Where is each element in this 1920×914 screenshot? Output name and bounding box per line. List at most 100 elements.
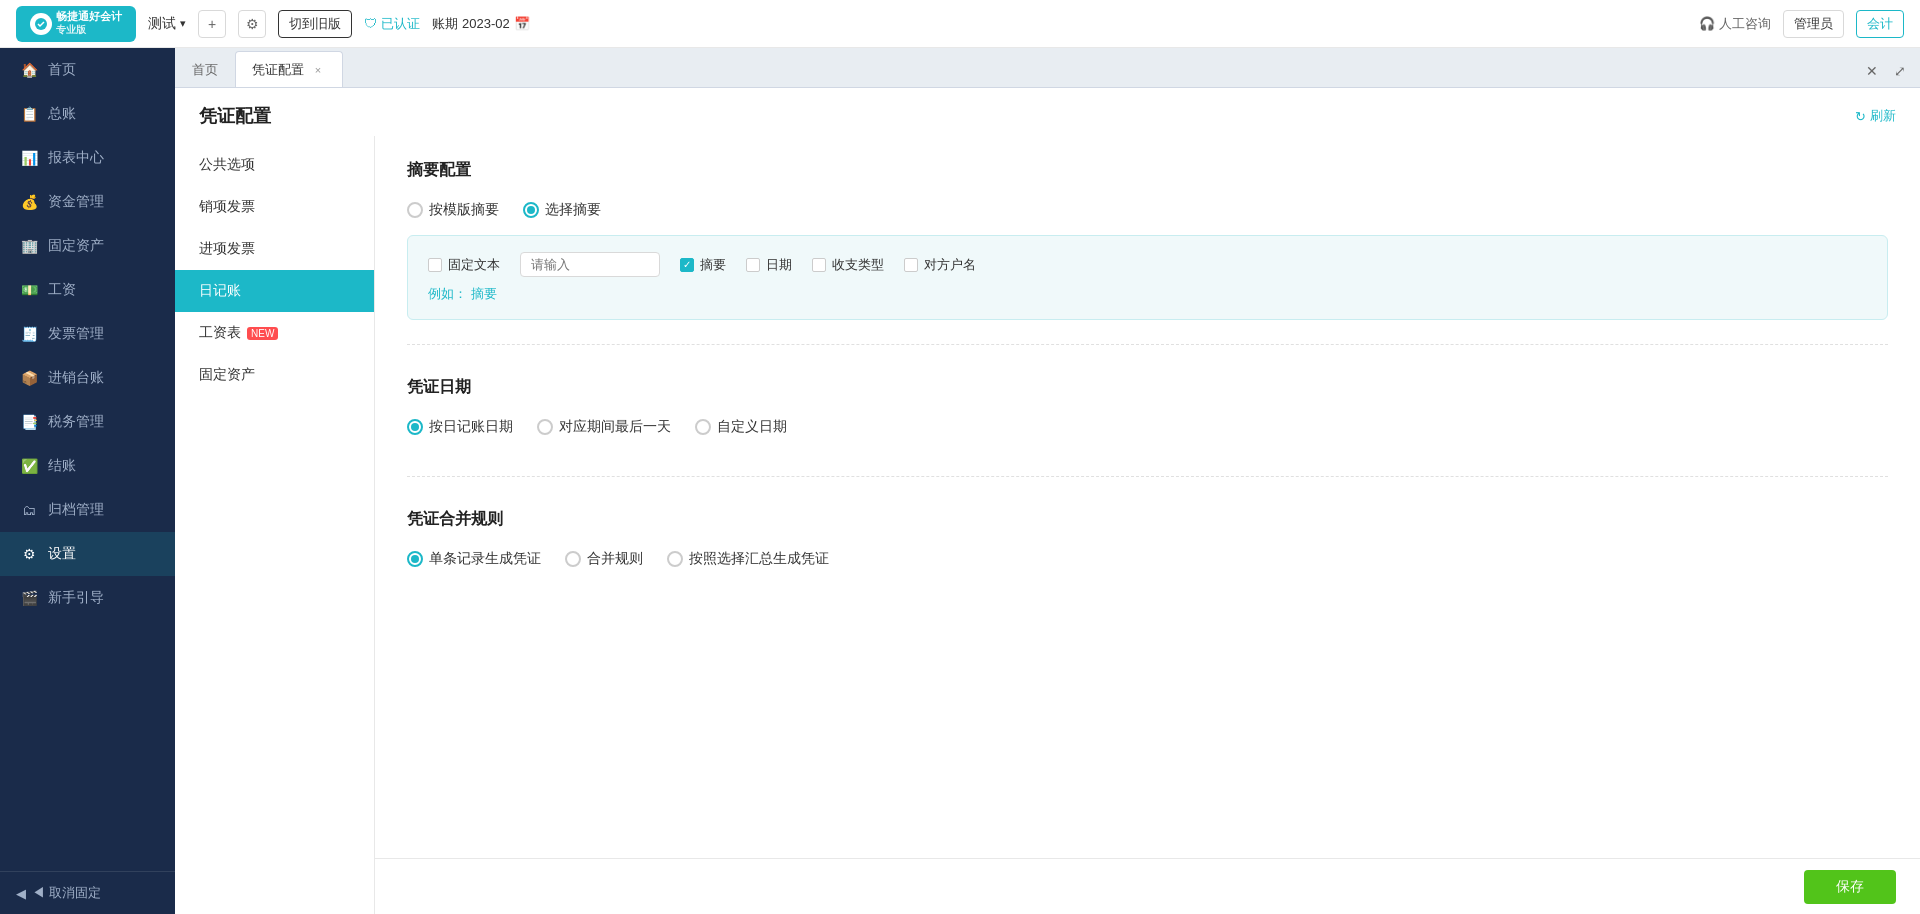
consult-button[interactable]: 🎧 人工咨询 bbox=[1699, 15, 1771, 33]
accountant-button[interactable]: 会计 bbox=[1856, 10, 1904, 38]
sidebar-item-tax[interactable]: 📑 税务管理 bbox=[0, 400, 175, 444]
shield-icon: 🛡 bbox=[364, 16, 377, 31]
calendar-icon[interactable]: 📅 bbox=[514, 16, 530, 31]
nav-item-purchase-invoice[interactable]: 进项发票 bbox=[175, 228, 374, 270]
summary-radio-group: 按模版摘要 选择摘要 bbox=[407, 201, 1888, 219]
close-window-button[interactable]: ✕ bbox=[1860, 59, 1884, 83]
radio-template-summary[interactable]: 按模版摘要 bbox=[407, 201, 499, 219]
voucher-date-title: 凭证日期 bbox=[407, 377, 1888, 398]
sidebar-item-label: 发票管理 bbox=[48, 325, 104, 343]
journal-date-circle bbox=[407, 419, 423, 435]
voucher-date-section: 凭证日期 按日记账日期 对应期间最后一天 bbox=[407, 377, 1888, 477]
topbar: 畅捷通好会计 专业版 测试 ▾ + ⚙ 切到旧版 🛡 已认证 账期 2023-0… bbox=[0, 0, 1920, 48]
config-layout: 公共选项 销项发票 进项发票 日记账 工资表 NEW 固定资产 摘要 bbox=[175, 136, 1920, 914]
sidebar-item-sales[interactable]: 📦 进销台账 bbox=[0, 356, 175, 400]
sidebar-item-label: 总账 bbox=[48, 105, 76, 123]
sidebar-item-label: 设置 bbox=[48, 545, 76, 563]
tab-voucher-config[interactable]: 凭证配置 × bbox=[235, 51, 343, 87]
certified-status: 🛡 已认证 bbox=[364, 15, 420, 33]
refresh-button[interactable]: ↻ 刷新 bbox=[1855, 107, 1896, 125]
sidebar-item-label: 首页 bbox=[48, 61, 76, 79]
fixed-text-input[interactable] bbox=[520, 252, 660, 277]
admin-button[interactable]: 管理员 bbox=[1783, 10, 1844, 38]
period-last-circle bbox=[537, 419, 553, 435]
radio-journal-date[interactable]: 按日记账日期 bbox=[407, 418, 513, 436]
logo-icon bbox=[30, 13, 52, 35]
sidebar-item-home[interactable]: 🏠 首页 bbox=[0, 48, 175, 92]
page-title: 凭证配置 bbox=[199, 104, 271, 128]
app-name: 畅捷通好会计 bbox=[56, 10, 122, 23]
radio-select-merge[interactable]: 按照选择汇总生成凭证 bbox=[667, 550, 829, 568]
nav-item-fixed-assets[interactable]: 固定资产 bbox=[175, 354, 374, 396]
sidebar-item-label: 进销台账 bbox=[48, 369, 104, 387]
nav-item-sales-invoice[interactable]: 销项发票 bbox=[175, 186, 374, 228]
example-preview: 例如： 摘要 bbox=[428, 285, 1867, 303]
sidebar-item-report[interactable]: 📊 报表中心 bbox=[0, 136, 175, 180]
sidebar-item-label: 新手引导 bbox=[48, 589, 104, 607]
unpin-button[interactable]: ◀ ◀ 取消固定 bbox=[16, 884, 159, 902]
sidebar-item-label: 税务管理 bbox=[48, 413, 104, 431]
sidebar: 🏠 首页 📋 总账 📊 报表中心 💰 资金管理 🏢 固定资产 💵 工资 bbox=[0, 48, 175, 914]
app-edition: 专业版 bbox=[56, 23, 122, 37]
sidebar-item-guide[interactable]: 🎬 新手引导 bbox=[0, 576, 175, 620]
sidebar-item-archive[interactable]: 🗂 归档管理 bbox=[0, 488, 175, 532]
settings-icon[interactable]: ⚙ bbox=[238, 10, 266, 38]
radio-period-last[interactable]: 对应期间最后一天 bbox=[537, 418, 671, 436]
pin-icon: ◀ bbox=[16, 886, 26, 901]
nav-item-public[interactable]: 公共选项 bbox=[175, 144, 374, 186]
settle-icon: ✅ bbox=[20, 457, 38, 475]
merge-circle bbox=[565, 551, 581, 567]
tabbar: 首页 凭证配置 × ✕ ⤢ bbox=[175, 48, 1920, 88]
radio-single[interactable]: 单条记录生成凭证 bbox=[407, 550, 541, 568]
radio-template-circle bbox=[407, 202, 423, 218]
radio-custom-date[interactable]: 自定义日期 bbox=[695, 418, 787, 436]
sidebar-item-asset[interactable]: 🏢 固定资产 bbox=[0, 224, 175, 268]
add-button[interactable]: + bbox=[198, 10, 226, 38]
nav-item-journal[interactable]: 日记账 bbox=[175, 270, 374, 312]
tab-close-icon[interactable]: × bbox=[310, 62, 326, 78]
switch-version-button[interactable]: 切到旧版 bbox=[278, 10, 352, 38]
summary-options-box: 固定文本 摘要 日期 bbox=[407, 235, 1888, 320]
sidebar-item-fund[interactable]: 💰 资金管理 bbox=[0, 180, 175, 224]
config-nav: 公共选项 销项发票 进项发票 日记账 工资表 NEW 固定资产 bbox=[175, 136, 375, 914]
select-merge-circle bbox=[667, 551, 683, 567]
sidebar-item-label: 工资 bbox=[48, 281, 76, 299]
project-selector[interactable]: 测试 ▾ bbox=[148, 15, 186, 33]
radio-select-summary[interactable]: 选择摘要 bbox=[523, 201, 601, 219]
maximize-button[interactable]: ⤢ bbox=[1888, 59, 1912, 83]
checkbox-date[interactable]: 日期 bbox=[746, 256, 792, 274]
sidebar-item-label: 报表中心 bbox=[48, 149, 104, 167]
guide-icon: 🎬 bbox=[20, 589, 38, 607]
radio-select-circle bbox=[523, 202, 539, 218]
sidebar-item-label: 归档管理 bbox=[48, 501, 104, 519]
tab-home[interactable]: 首页 bbox=[175, 51, 235, 87]
sidebar-item-settings[interactable]: ⚙ 设置 bbox=[0, 532, 175, 576]
checkbox-counterpart[interactable]: 对方户名 bbox=[904, 256, 976, 274]
sidebar-item-invoice[interactable]: 🧾 发票管理 bbox=[0, 312, 175, 356]
checkbox-summary[interactable]: 摘要 bbox=[680, 256, 726, 274]
checkbox-pay-type[interactable]: 收支类型 bbox=[812, 256, 884, 274]
project-name: 测试 bbox=[148, 15, 176, 33]
nav-item-payroll-table[interactable]: 工资表 NEW bbox=[175, 312, 374, 354]
settings-sidebar-icon: ⚙ bbox=[20, 545, 38, 563]
sidebar-item-payroll[interactable]: 💵 工资 bbox=[0, 268, 175, 312]
ledger-icon: 📋 bbox=[20, 105, 38, 123]
merge-rule-section: 凭证合并规则 单条记录生成凭证 合并规则 bbox=[407, 509, 1888, 608]
merge-rule-title: 凭证合并规则 bbox=[407, 509, 1888, 530]
page-header: 凭证配置 ↻ 刷新 bbox=[175, 88, 1920, 136]
invoice-icon: 🧾 bbox=[20, 325, 38, 343]
sidebar-item-ledger[interactable]: 📋 总账 bbox=[0, 92, 175, 136]
sidebar-item-settle[interactable]: ✅ 结账 bbox=[0, 444, 175, 488]
config-main: 摘要配置 按模版摘要 选择摘要 bbox=[375, 136, 1920, 858]
headset-icon: 🎧 bbox=[1699, 16, 1715, 31]
single-circle bbox=[407, 551, 423, 567]
radio-merge[interactable]: 合并规则 bbox=[565, 550, 643, 568]
tab-voucher-config-label: 凭证配置 bbox=[252, 61, 304, 79]
checkbox-fixed-text[interactable]: 固定文本 bbox=[428, 256, 500, 274]
summary-checkbox-row: 固定文本 摘要 日期 bbox=[428, 252, 1867, 277]
app-logo: 畅捷通好会计 专业版 bbox=[16, 6, 136, 42]
summary-section-title: 摘要配置 bbox=[407, 160, 1888, 181]
save-button[interactable]: 保存 bbox=[1804, 870, 1896, 904]
summary-checkbox-box bbox=[680, 258, 694, 272]
pay-type-checkbox-box bbox=[812, 258, 826, 272]
